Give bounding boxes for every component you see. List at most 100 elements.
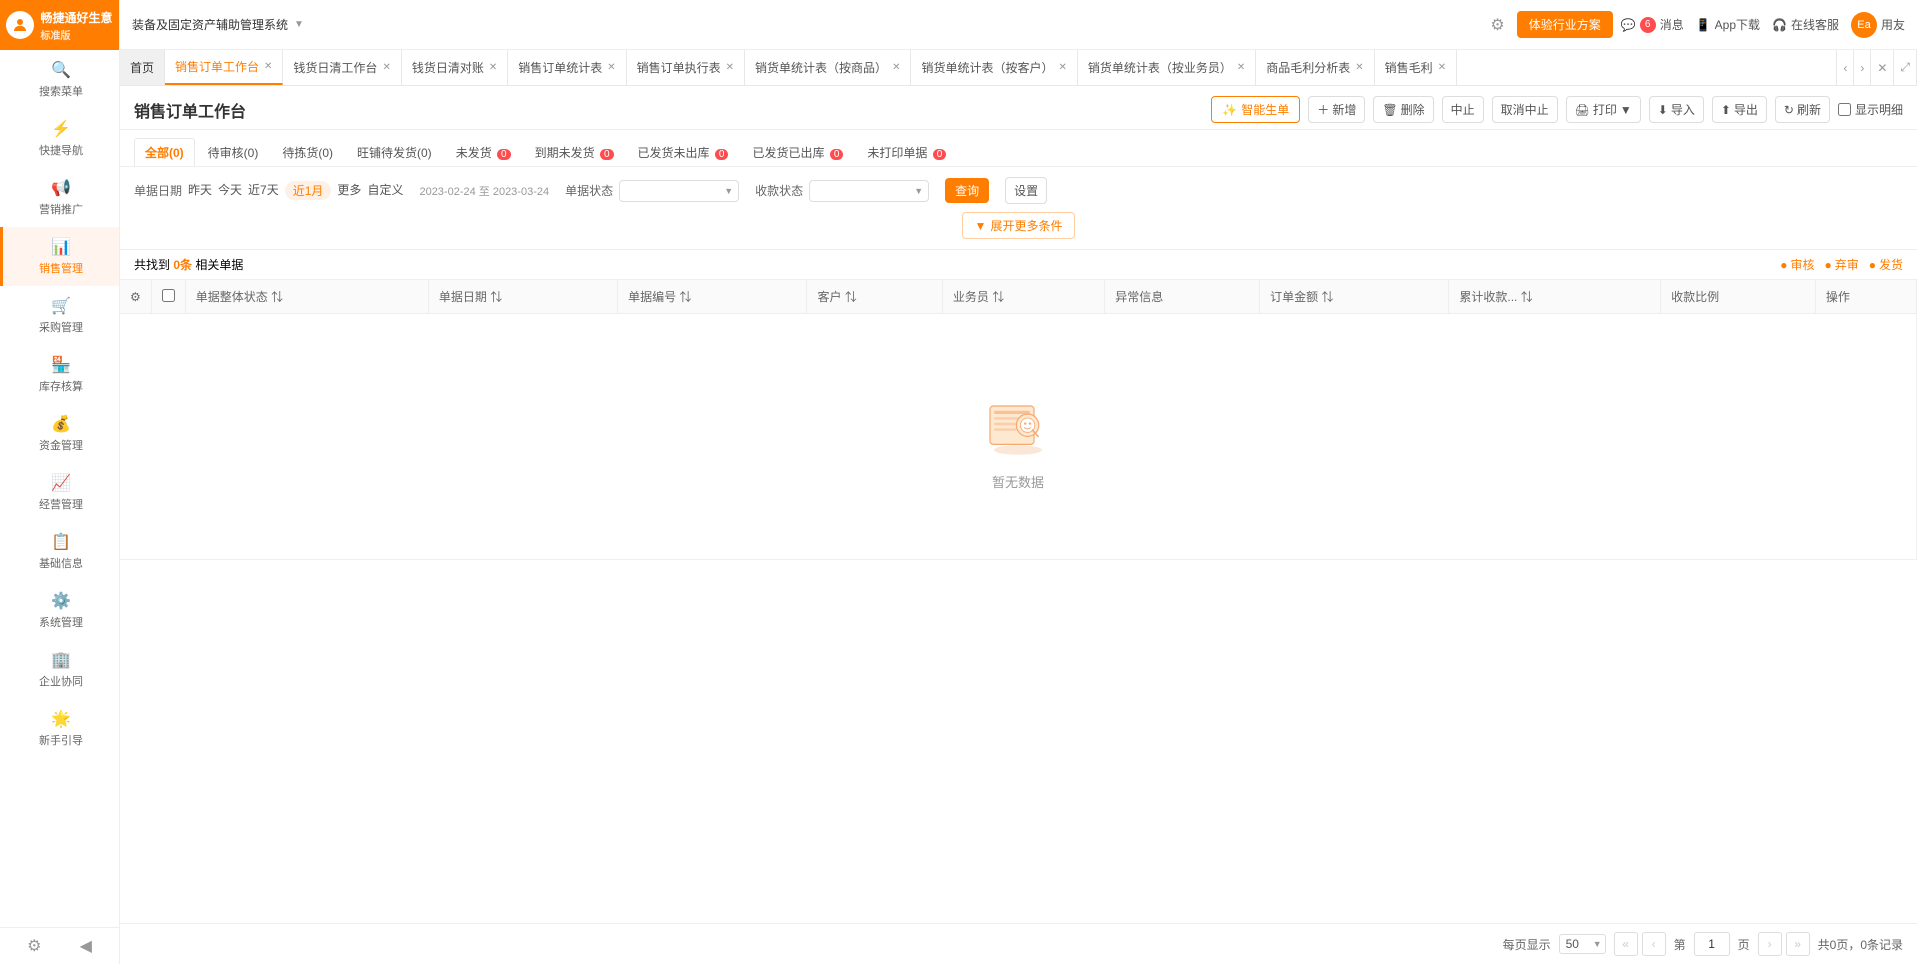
subtab-overdue-not-shipped[interactable]: 到期未发货 0 [524,138,625,166]
date-7days[interactable]: 近7天 [248,181,279,200]
page-next-button[interactable]: › [1758,932,1782,956]
subtab-all[interactable]: 全部(0) [134,138,195,166]
sidebar-item-search[interactable]: 🔍 搜索菜单 [0,50,119,109]
th-amount[interactable]: 订单金额 ⇅ [1260,280,1449,314]
tab-margin-analysis[interactable]: 商品毛利分析表 ✕ [1256,50,1374,85]
sidebar-item-enterprise[interactable]: 🏢 企业协同 [0,640,119,699]
th-customer[interactable]: 客户 ⇅ [807,280,942,314]
sidebar-item-system[interactable]: ⚙️ 系统管理 [0,581,119,640]
tab-sales-stat-staff[interactable]: 销货单统计表（按业务员） ✕ [1078,50,1256,85]
sidebar-item-quicknav[interactable]: ⚡ 快捷导航 [0,109,119,168]
ship-action[interactable]: ● 发货 [1869,256,1903,273]
expand-filter-button[interactable]: ▼ 展开更多条件 [962,212,1076,239]
sidebar-item-basicinfo[interactable]: 📋 基础信息 [0,522,119,581]
tab-margin-analysis-close[interactable]: ✕ [1355,62,1363,73]
settings-button[interactable]: 设置 [1005,177,1047,204]
tab-cash-reconcile[interactable]: 钱货日清对账 ✕ [402,50,508,85]
online-service-button[interactable]: 🎧 在线客服 [1772,16,1839,33]
subtab-shipped-out[interactable]: 已发货已出库 0 [741,138,854,166]
sidebar-item-sales[interactable]: 📊 销售管理 [0,227,119,286]
tab-sales-stat-staff-close[interactable]: ✕ [1237,62,1245,73]
app-download-button[interactable]: 📱 App下载 [1696,16,1760,33]
tab-cash-daily-close[interactable]: ✕ [382,62,390,73]
th-number[interactable]: 单据编号 ⇅ [618,280,807,314]
th-status[interactable]: 单据整体状态 ⇅ [185,280,428,314]
tab-sales-order[interactable]: 销售订单工作台 ✕ [165,50,283,85]
import-button[interactable]: ⬇ 导入 [1649,96,1704,123]
th-date[interactable]: 单据日期 ⇅ [428,280,617,314]
tab-close-current[interactable]: ✕ [1871,50,1894,85]
tab-sales-stat-customer-close[interactable]: ✕ [1058,62,1066,73]
th-collected[interactable]: 累计收款... ⇅ [1449,280,1661,314]
show-detail-checkbox[interactable] [1838,103,1851,116]
payment-select[interactable] [809,180,929,202]
tab-sales-revenue[interactable]: 销售毛利 ✕ [1375,50,1457,85]
smart-create-button[interactable]: ✨ 智能生单 [1211,96,1300,123]
page-number-input[interactable] [1694,932,1730,956]
date-1month[interactable]: 近1月 [285,181,332,200]
status-select[interactable] [619,180,739,202]
messages-button[interactable]: 💬 6 消息 [1621,16,1684,33]
tab-sales-stat-table[interactable]: 销售订单统计表 ✕ [508,50,626,85]
show-detail-checkbox-label[interactable]: 显示明细 [1838,101,1903,118]
date-yesterday[interactable]: 昨天 [188,181,212,200]
tab-cash-reconcile-close[interactable]: ✕ [489,62,497,73]
export-button[interactable]: ⬆ 导出 [1712,96,1767,123]
revoke-action[interactable]: ● 弃审 [1824,256,1858,273]
tab-sales-stat-product-close[interactable]: ✕ [892,62,900,73]
cancel-suspend-button[interactable]: 取消中止 [1492,96,1558,123]
th-checkbox[interactable] [151,280,185,314]
refresh-button[interactable]: ↻ 刷新 [1775,96,1830,123]
user-menu[interactable]: Ea 用友 [1851,12,1905,38]
user-name: 用友 [1881,16,1905,33]
subtab-wangpu[interactable]: 旺铺待发货(0) [346,138,443,166]
suspend-button[interactable]: 中止 [1442,96,1484,123]
sidebar-item-inventory[interactable]: 🏪 库存核算 [0,345,119,404]
sidebar-item-marketing[interactable]: 📢 营销推广 [0,168,119,227]
settings-bottom-button[interactable]: ⚙ [27,936,41,956]
tab-sales-order-close[interactable]: ✕ [264,61,272,72]
query-button[interactable]: 查询 [945,178,989,203]
print-chevron-icon: ▼ [1620,103,1632,117]
chevron-down-icon[interactable]: ▼ [294,19,304,30]
tab-scroll-right[interactable]: › [1854,50,1871,85]
tab-sales-stat-product-label: 销货单统计表（按商品） [755,59,887,76]
tab-sales-exec[interactable]: 销售订单执行表 ✕ [627,50,745,85]
select-all-checkbox[interactable] [162,289,175,302]
page-last-button[interactable]: » [1786,932,1810,956]
date-custom[interactable]: 自定义 [367,181,403,200]
sidebar-item-purchase[interactable]: 🛒 采购管理 [0,286,119,345]
tab-sales-stat-customer[interactable]: 销货单统计表（按客户） ✕ [911,50,1077,85]
sidebar-item-finance[interactable]: 💰 资金管理 [0,404,119,463]
th-staff[interactable]: 业务员 ⇅ [942,280,1104,314]
subtab-shipped-not-out[interactable]: 已发货未出库 0 [627,138,740,166]
subtab-not-printed[interactable]: 未打印单据 0 [856,138,957,166]
delete-button[interactable]: 🗑 删除 [1373,96,1433,123]
subtab-pending-inspect[interactable]: 待拣货(0) [271,138,344,166]
date-more[interactable]: 更多 [337,181,361,200]
collapse-button[interactable]: ◀ [80,936,92,956]
print-button[interactable]: 🖨 打印 ▼ [1566,96,1641,123]
topbar-settings-icon[interactable]: ⚙ [1490,15,1504,35]
page-prev-button[interactable]: ‹ [1642,932,1666,956]
sidebar-item-guide[interactable]: 🌟 新手引导 [0,699,119,758]
review-action[interactable]: ● 审核 [1780,256,1814,273]
tab-sales-revenue-close[interactable]: ✕ [1438,62,1446,73]
sidebar-item-operations[interactable]: 📈 经营管理 [0,463,119,522]
tab-sales-exec-close[interactable]: ✕ [726,62,734,73]
tab-cash-daily[interactable]: 钱货日清工作台 ✕ [283,50,401,85]
experience-button[interactable]: 体验行业方案 [1517,11,1613,38]
th-settings[interactable]: ⚙ [120,280,151,314]
page-first-button[interactable]: « [1614,932,1638,956]
tab-sales-stat-table-close[interactable]: ✕ [607,62,615,73]
add-button[interactable]: ＋ 新增 [1308,96,1365,123]
subtab-pending-review[interactable]: 待审核(0) [197,138,270,166]
subtab-not-shipped-label: 未发货 [456,146,492,160]
tab-expand[interactable]: ⤢ [1894,50,1917,85]
tab-sales-stat-product[interactable]: 销货单统计表（按商品） ✕ [745,50,911,85]
page-size-select[interactable]: 10 20 50 100 [1559,934,1606,954]
subtab-not-shipped[interactable]: 未发货 0 [445,138,522,166]
tab-scroll-left[interactable]: ‹ [1837,50,1854,85]
date-today[interactable]: 今天 [218,181,242,200]
tab-home[interactable]: 首页 [120,50,165,85]
